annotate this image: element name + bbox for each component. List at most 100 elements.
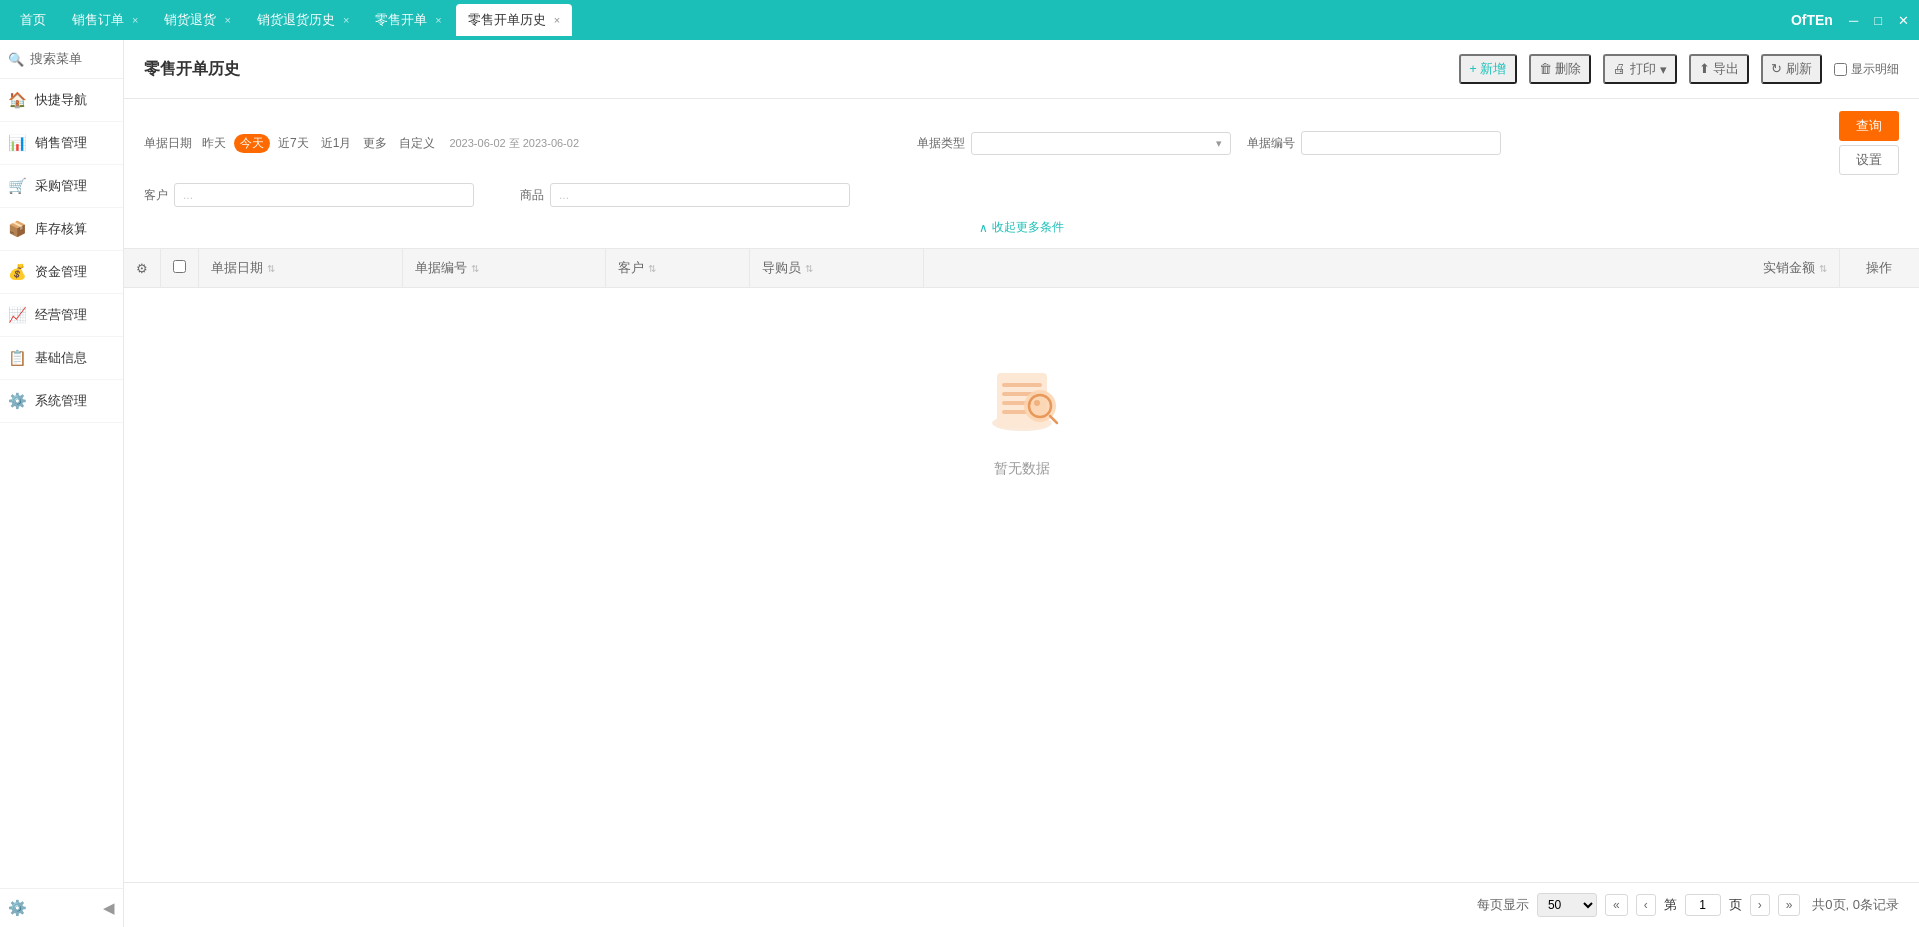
date-shortcut-5[interactable]: 自定义 bbox=[395, 133, 439, 154]
nav-tab-label-retail-open-history: 零售开单历史 bbox=[468, 11, 546, 29]
nav-tab-label-sales-return-history: 销货退货历史 bbox=[257, 11, 335, 29]
per-page-select[interactable]: 50 bbox=[1537, 893, 1597, 917]
show-detail-checkbox[interactable] bbox=[1834, 63, 1847, 76]
page-label: 页 bbox=[1729, 896, 1742, 914]
product-filter: 商品 ... bbox=[520, 183, 850, 207]
sidebar-item-operations[interactable]: 📈经营管理 bbox=[0, 294, 123, 337]
nav-tab-close-sales-order[interactable]: × bbox=[132, 14, 138, 26]
nav-tab-close-sales-return[interactable]: × bbox=[224, 14, 230, 26]
nav-tab-retail-open-history[interactable]: 零售开单历史 × bbox=[456, 4, 572, 36]
customer-select[interactable]: ... bbox=[174, 183, 474, 207]
svg-rect-5 bbox=[1002, 410, 1027, 414]
sidebar: 🔍 搜索菜单 🏠快捷导航📊销售管理🛒采购管理📦库存核算 💰 资金管理 📈经营管理 📋 基础… bbox=[0, 40, 124, 927]
nav-tabs: 首页销售订单×销货退货×销货退货历史×零售开单×零售开单历史× bbox=[8, 0, 572, 40]
th-no[interactable]: 单据编号⇅ bbox=[402, 249, 606, 288]
order-type-arrow-icon: ▾ bbox=[1216, 137, 1222, 150]
sidebar-label-basic-info: 基础信息 bbox=[35, 349, 87, 367]
sidebar-item-inventory[interactable]: 📦库存核算 bbox=[0, 208, 123, 251]
settings-icon[interactable]: ⚙️ bbox=[8, 899, 27, 917]
sidebar-label-purchase-mgmt: 采购管理 bbox=[35, 177, 87, 195]
order-type-filter: 单据类型 ▾ bbox=[917, 132, 1231, 155]
th-settings[interactable]: ⚙ bbox=[124, 249, 161, 288]
product-value: ... bbox=[559, 188, 569, 202]
sidebar-item-sys-mgmt[interactable]: ⚙️系统管理 bbox=[0, 380, 123, 423]
sidebar-item-sales-mgmt[interactable]: 📊销售管理 bbox=[0, 122, 123, 165]
collapse-filter-btn[interactable]: ∧ 收起更多条件 bbox=[144, 215, 1899, 240]
sidebar-label-finance-mgmt: 资金管理 bbox=[35, 263, 87, 281]
sidebar-search-label: 搜索菜单 bbox=[30, 50, 82, 68]
th-guide[interactable]: 导购员⇅ bbox=[750, 249, 924, 288]
total-info: 共0页, 0条记录 bbox=[1812, 896, 1899, 914]
show-detail-label: 显示明细 bbox=[1851, 61, 1899, 78]
date-shortcuts: 昨天今天近7天近1月更多自定义 bbox=[198, 133, 439, 154]
nav-tab-sales-order[interactable]: 销售订单 × bbox=[60, 4, 150, 36]
print-button[interactable]: 🖨 打印 ▾ bbox=[1603, 54, 1677, 84]
product-select[interactable]: ... bbox=[550, 183, 850, 207]
th-customer-label: 客户 bbox=[618, 259, 644, 277]
date-range: 2023-06-02 至 2023-06-02 bbox=[449, 136, 579, 151]
minimize-button[interactable]: ─ bbox=[1849, 13, 1858, 28]
filter-row-2: 客户 ... 商品 ... bbox=[144, 183, 1899, 207]
sidebar-search[interactable]: 🔍 搜索菜单 bbox=[0, 40, 123, 79]
date-sort-icon: ⇅ bbox=[267, 263, 275, 274]
customer-filter: 客户 ... bbox=[144, 183, 474, 207]
show-detail-toggle[interactable]: 显示明细 bbox=[1834, 61, 1899, 78]
select-all-checkbox[interactable] bbox=[173, 260, 186, 273]
add-button[interactable]: + 新增 bbox=[1459, 54, 1516, 84]
date-shortcut-4[interactable]: 更多 bbox=[359, 133, 391, 154]
export-button[interactable]: ⬆ 导出 bbox=[1689, 54, 1750, 84]
date-shortcut-1[interactable]: 今天 bbox=[234, 134, 270, 153]
no-sort-icon: ⇅ bbox=[471, 263, 479, 274]
search-icon: 🔍 bbox=[8, 52, 24, 67]
refresh-button[interactable]: ↻ 刷新 bbox=[1761, 54, 1822, 84]
table-header-row: ⚙ 单据日期⇅ 单据编号⇅ 客户⇅ 导购员⇅ bbox=[124, 249, 1919, 288]
maximize-button[interactable]: □ bbox=[1874, 13, 1882, 28]
table-wrapper: ⚙ 单据日期⇅ 单据编号⇅ 客户⇅ 导购员⇅ bbox=[124, 249, 1919, 882]
page-header: 零售开单历史 + 新增 🗑 删除 🖨 打印 ▾ ⬆ 导出 ↻ 刷新 显示明细 bbox=[124, 40, 1919, 99]
page-input[interactable] bbox=[1685, 894, 1721, 916]
next-page-button[interactable]: › bbox=[1750, 894, 1770, 916]
nav-tab-retail-open[interactable]: 零售开单 × bbox=[363, 4, 453, 36]
sidebar-item-quick-nav[interactable]: 🏠快捷导航 bbox=[0, 79, 123, 122]
first-page-button[interactable]: « bbox=[1605, 894, 1628, 916]
svg-point-9 bbox=[1034, 400, 1040, 406]
delete-button[interactable]: 🗑 删除 bbox=[1529, 54, 1592, 84]
nav-tab-home[interactable]: 首页 bbox=[8, 4, 58, 36]
th-amount[interactable]: 实销金额⇅ bbox=[924, 249, 1839, 288]
order-type-select[interactable]: ▾ bbox=[971, 132, 1231, 155]
nav-tab-sales-return[interactable]: 销货退货× bbox=[152, 4, 242, 36]
filter-btn-group: 查询 设置 bbox=[1839, 111, 1899, 175]
date-shortcut-3[interactable]: 近1月 bbox=[317, 133, 356, 154]
th-date[interactable]: 单据日期⇅ bbox=[199, 249, 403, 288]
sidebar-item-purchase-mgmt[interactable]: 🛒采购管理 bbox=[0, 165, 123, 208]
th-checkbox[interactable] bbox=[161, 249, 199, 288]
nav-tab-close-retail-open-history[interactable]: × bbox=[554, 14, 560, 26]
nav-tab-sales-return-history[interactable]: 销货退货历史 × bbox=[245, 4, 361, 36]
nav-tab-label-sales-order: 销售订单 bbox=[72, 11, 124, 29]
order-no-input[interactable] bbox=[1301, 131, 1501, 155]
main-layout: 🔍 搜索菜单 🏠快捷导航📊销售管理🛒采购管理📦库存核算 💰 资金管理 📈经营管理 📋 基础… bbox=[0, 40, 1919, 927]
filter-area: 单据日期 昨天今天近7天近1月更多自定义 2023-06-02 至 2023-0… bbox=[124, 99, 1919, 249]
sidebar-icon-basic-info: 📋 bbox=[8, 349, 27, 367]
filter-settings-button[interactable]: 设置 bbox=[1839, 145, 1899, 175]
query-button[interactable]: 查询 bbox=[1839, 111, 1899, 141]
nav-tab-label-retail-open: 零售开单 bbox=[375, 11, 427, 29]
date-shortcut-2[interactable]: 近7天 bbox=[274, 133, 313, 154]
close-button[interactable]: ✕ bbox=[1898, 13, 1909, 28]
nav-tab-close-sales-return-history[interactable]: × bbox=[343, 14, 349, 26]
last-page-button[interactable]: » bbox=[1778, 894, 1801, 916]
sidebar-icon-sys-mgmt: ⚙️ bbox=[8, 392, 27, 410]
sidebar-icon-finance-mgmt: 💰 bbox=[8, 263, 27, 281]
th-customer[interactable]: 客户⇅ bbox=[606, 249, 750, 288]
sidebar-icon-sales-mgmt: 📊 bbox=[8, 134, 27, 152]
prev-page-button[interactable]: ‹ bbox=[1636, 894, 1656, 916]
sidebar-item-basic-info[interactable]: 📋 基础信息 bbox=[0, 337, 123, 380]
order-no-filter: 单据编号 bbox=[1247, 131, 1501, 155]
collapse-icon[interactable]: ◀ bbox=[103, 899, 115, 917]
top-navigation: 首页销售订单×销货退货×销货退货历史×零售开单×零售开单历史× OfTEn ─ … bbox=[0, 0, 1919, 40]
date-shortcut-0[interactable]: 昨天 bbox=[198, 133, 230, 154]
nav-tab-close-retail-open[interactable]: × bbox=[435, 14, 441, 26]
sidebar-item-finance-mgmt[interactable]: 💰 资金管理 bbox=[0, 251, 123, 294]
amount-sort-icon: ⇅ bbox=[1819, 263, 1827, 274]
window-controls: OfTEn ─ □ ✕ bbox=[1791, 12, 1909, 28]
